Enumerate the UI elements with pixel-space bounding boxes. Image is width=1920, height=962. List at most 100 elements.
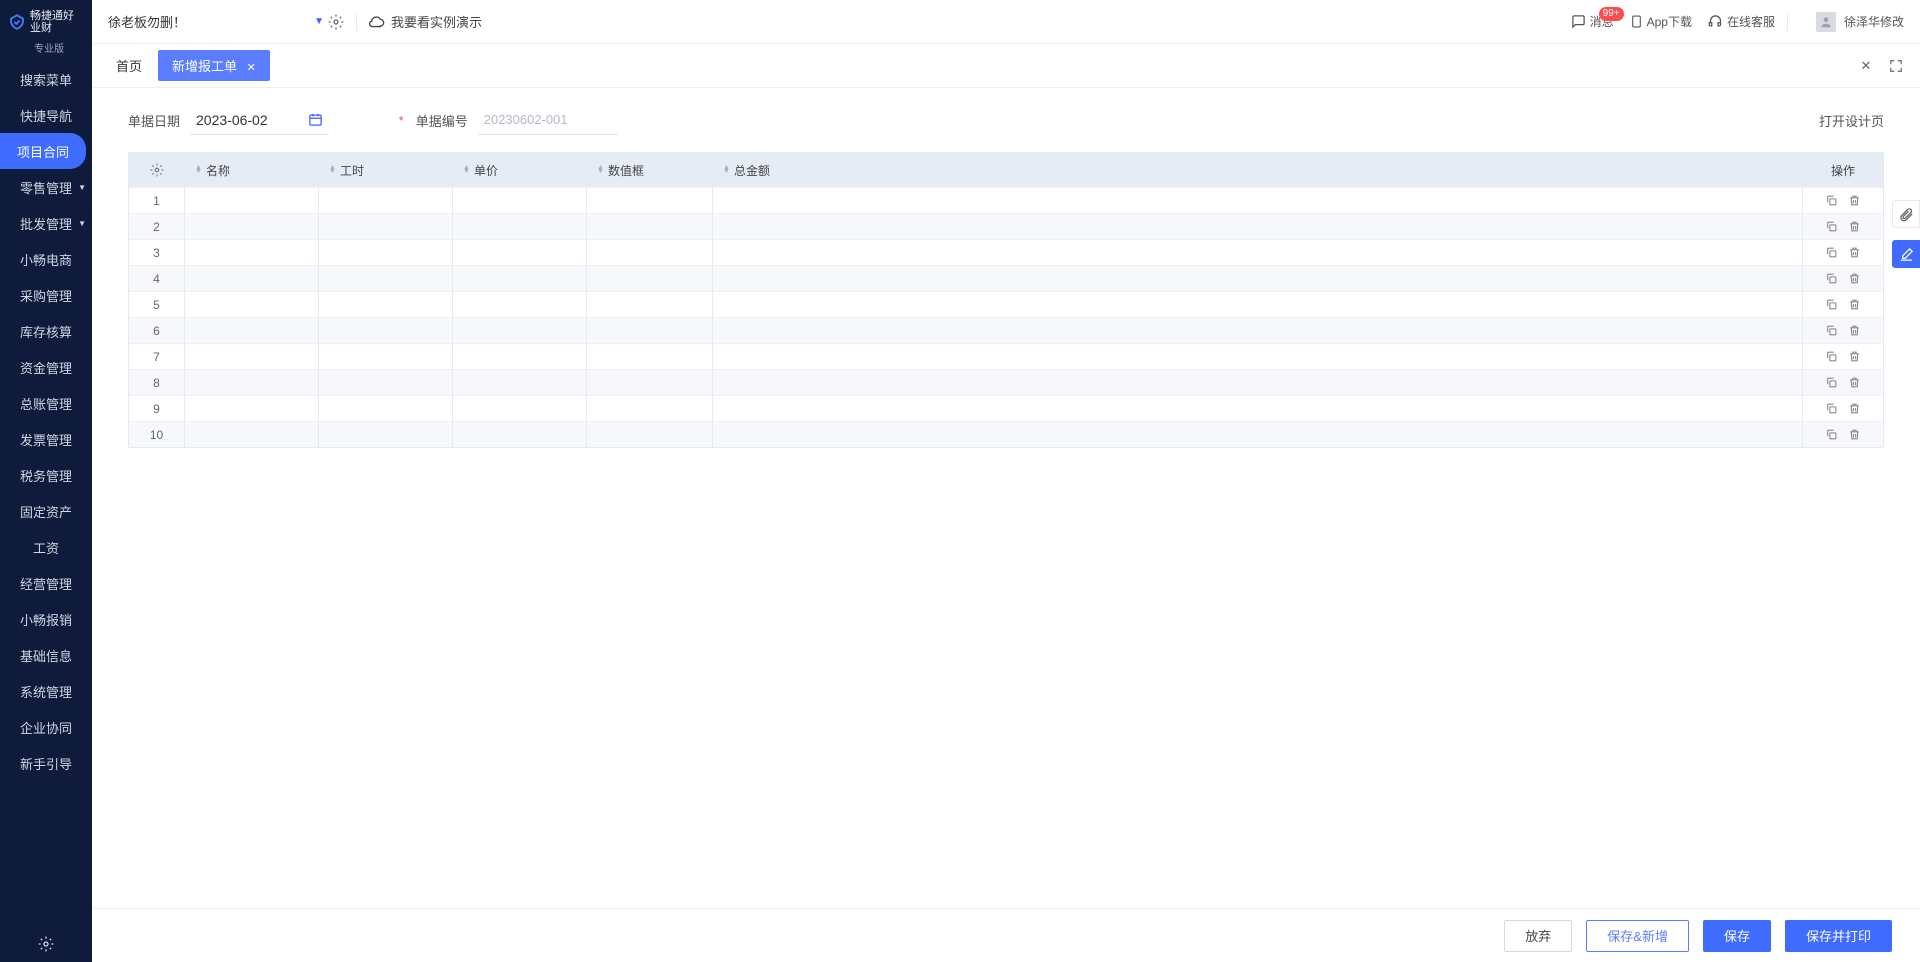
cell-time[interactable] [319,422,453,447]
sidebar-item-18[interactable]: 企业协同 [0,709,92,745]
delete-row-button[interactable] [1848,220,1861,233]
sidebar-item-15[interactable]: 小畅报销 [0,601,92,637]
sidebar-item-14[interactable]: 经营管理 [0,565,92,601]
col-time[interactable]: ▲▼工时 [319,153,453,187]
cell-total[interactable] [713,370,1803,395]
sidebar-item-7[interactable]: 库存核算 [0,313,92,349]
cell-price[interactable] [453,396,587,421]
cell-total[interactable] [713,318,1803,343]
cell-price[interactable] [453,344,587,369]
delete-row-button[interactable] [1848,298,1861,311]
open-designer-link[interactable]: 打开设计页 [1819,111,1884,130]
cell-numval[interactable] [587,422,713,447]
cell-time[interactable] [319,396,453,421]
cell-total[interactable] [713,292,1803,317]
copy-row-button[interactable] [1825,298,1838,311]
cell-name[interactable] [185,396,319,421]
cell-total[interactable] [713,240,1803,265]
cell-numval[interactable] [587,344,713,369]
user-menu[interactable]: 徐泽华修改 [1816,12,1904,32]
col-total[interactable]: ▲▼总金额 [713,153,1803,187]
cell-time[interactable] [319,292,453,317]
cell-price[interactable] [453,266,587,291]
copy-row-button[interactable] [1825,376,1838,389]
save-button[interactable]: 保存 [1703,920,1771,952]
copy-row-button[interactable] [1825,402,1838,415]
tab-new-worksheet[interactable]: 新增报工单 ✕ [158,50,270,81]
close-icon[interactable]: ✕ [247,62,256,74]
discard-button[interactable]: 放弃 [1504,920,1572,952]
cell-name[interactable] [185,292,319,317]
sidebar-item-5[interactable]: 小畅电商 [0,241,92,277]
cell-numval[interactable] [587,292,713,317]
cell-price[interactable] [453,370,587,395]
cell-time[interactable] [319,266,453,291]
cell-name[interactable] [185,266,319,291]
delete-row-button[interactable] [1848,324,1861,337]
cell-name[interactable] [185,240,319,265]
delete-row-button[interactable] [1848,194,1861,207]
cell-time[interactable] [319,240,453,265]
sidebar-item-2[interactable]: 项目合同 [0,133,86,169]
cell-name[interactable] [185,422,319,447]
cell-price[interactable] [453,318,587,343]
cell-price[interactable] [453,188,587,213]
delete-row-button[interactable] [1848,402,1861,415]
sidebar-item-6[interactable]: 采购管理 [0,277,92,313]
cell-numval[interactable] [587,266,713,291]
cell-numval[interactable] [587,188,713,213]
cell-numval[interactable] [587,396,713,421]
cell-numval[interactable] [587,214,713,239]
cell-time[interactable] [319,318,453,343]
cell-time[interactable] [319,214,453,239]
sidebar-item-9[interactable]: 总账管理 [0,385,92,421]
column-settings[interactable] [129,153,185,187]
sidebar-item-1[interactable]: 快捷导航 [0,97,92,133]
cell-price[interactable] [453,240,587,265]
business-selector[interactable]: 徐老板勿删！ ▼ [108,12,328,31]
copy-row-button[interactable] [1825,194,1838,207]
copy-row-button[interactable] [1825,324,1838,337]
cell-numval[interactable] [587,370,713,395]
attachment-button[interactable] [1892,200,1920,228]
sidebar-item-0[interactable]: 搜索菜单 [0,61,92,97]
sidebar-item-17[interactable]: 系统管理 [0,673,92,709]
sidebar-item-4[interactable]: 批发管理▼ [0,205,92,241]
gear-icon[interactable] [328,14,344,30]
sidebar-item-13[interactable]: 工资 [0,529,92,565]
customer-service-button[interactable]: 在线客服 [1708,13,1775,30]
cell-time[interactable] [319,370,453,395]
cell-total[interactable] [713,396,1803,421]
delete-row-button[interactable] [1848,350,1861,363]
cell-name[interactable] [185,214,319,239]
cell-total[interactable] [713,266,1803,291]
cell-numval[interactable] [587,240,713,265]
copy-row-button[interactable] [1825,220,1838,233]
sidebar-item-16[interactable]: 基础信息 [0,637,92,673]
cell-price[interactable] [453,214,587,239]
cell-total[interactable] [713,344,1803,369]
cell-name[interactable] [185,188,319,213]
sidebar-item-19[interactable]: 新手引导 [0,745,92,781]
col-price[interactable]: ▲▼单价 [453,153,587,187]
fullscreen-button[interactable] [1882,52,1910,80]
tabs-close-button[interactable]: ✕ [1852,52,1880,80]
sidebar-item-10[interactable]: 发票管理 [0,421,92,457]
cell-price[interactable] [453,422,587,447]
save-and-print-button[interactable]: 保存并打印 [1785,920,1892,952]
col-numval[interactable]: ▲▼数值框 [587,153,713,187]
cell-name[interactable] [185,344,319,369]
cell-time[interactable] [319,344,453,369]
sidebar-item-8[interactable]: 资金管理 [0,349,92,385]
cell-numval[interactable] [587,318,713,343]
save-and-new-button[interactable]: 保存&新增 [1586,920,1689,952]
cell-name[interactable] [185,318,319,343]
cell-time[interactable] [319,188,453,213]
cell-total[interactable] [713,214,1803,239]
copy-row-button[interactable] [1825,428,1838,441]
delete-row-button[interactable] [1848,428,1861,441]
cell-name[interactable] [185,370,319,395]
sidebar-item-12[interactable]: 固定资产 [0,493,92,529]
col-name[interactable]: ▲▼名称 [185,153,319,187]
copy-row-button[interactable] [1825,272,1838,285]
